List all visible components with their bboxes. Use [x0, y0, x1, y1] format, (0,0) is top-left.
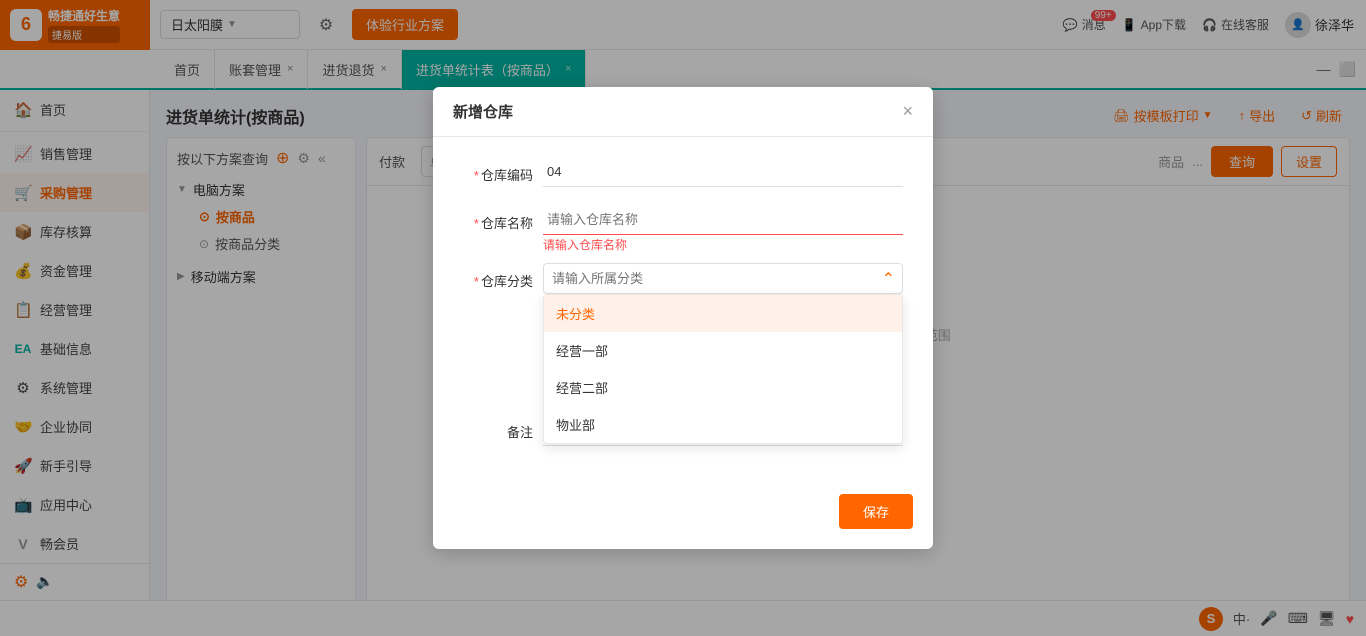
code-label: 仓库编码 — [463, 157, 543, 184]
dropdown-option-dept2[interactable]: 经营二部 — [544, 369, 902, 406]
form-row-name: 仓库名称 请输入仓库名称 — [463, 205, 903, 235]
remark-label: 备注 — [463, 414, 543, 441]
dropdown-option-property[interactable]: 物业部 — [544, 406, 902, 443]
category-input[interactable] — [543, 263, 903, 294]
modal-body: 仓库编码 仓库名称 请输入仓库名称 仓库分类 ⌃ 未分类 — [433, 137, 933, 484]
form-row-category: 仓库分类 ⌃ 未分类 经营一部 经营二部 物业部 — [463, 263, 903, 294]
name-input[interactable] — [543, 205, 903, 235]
modal-footer: 保存 — [433, 484, 933, 549]
dropdown-option-unclassified[interactable]: 未分类 — [544, 295, 902, 332]
category-select-wrapper: ⌃ 未分类 经营一部 经营二部 物业部 — [543, 263, 903, 294]
form-row-code: 仓库编码 — [463, 157, 903, 187]
modal-close-button[interactable]: × — [902, 101, 913, 122]
category-dropdown: 未分类 经营一部 经营二部 物业部 — [543, 294, 903, 444]
modal-add-warehouse: 新增仓库 × 仓库编码 仓库名称 请输入仓库名称 仓库分类 — [433, 87, 933, 549]
modal-title: 新增仓库 — [453, 101, 513, 122]
code-input[interactable] — [543, 157, 903, 187]
modal-overlay: 新增仓库 × 仓库编码 仓库名称 请输入仓库名称 仓库分类 — [0, 0, 1366, 636]
dropdown-option-dept1[interactable]: 经营一部 — [544, 332, 902, 369]
name-label: 仓库名称 — [463, 205, 543, 232]
modal-header: 新增仓库 × — [433, 87, 933, 137]
save-button[interactable]: 保存 — [839, 494, 913, 529]
category-label: 仓库分类 — [463, 263, 543, 290]
name-field-wrapper: 请输入仓库名称 — [543, 205, 903, 235]
name-error-message: 请输入仓库名称 — [543, 236, 627, 253]
